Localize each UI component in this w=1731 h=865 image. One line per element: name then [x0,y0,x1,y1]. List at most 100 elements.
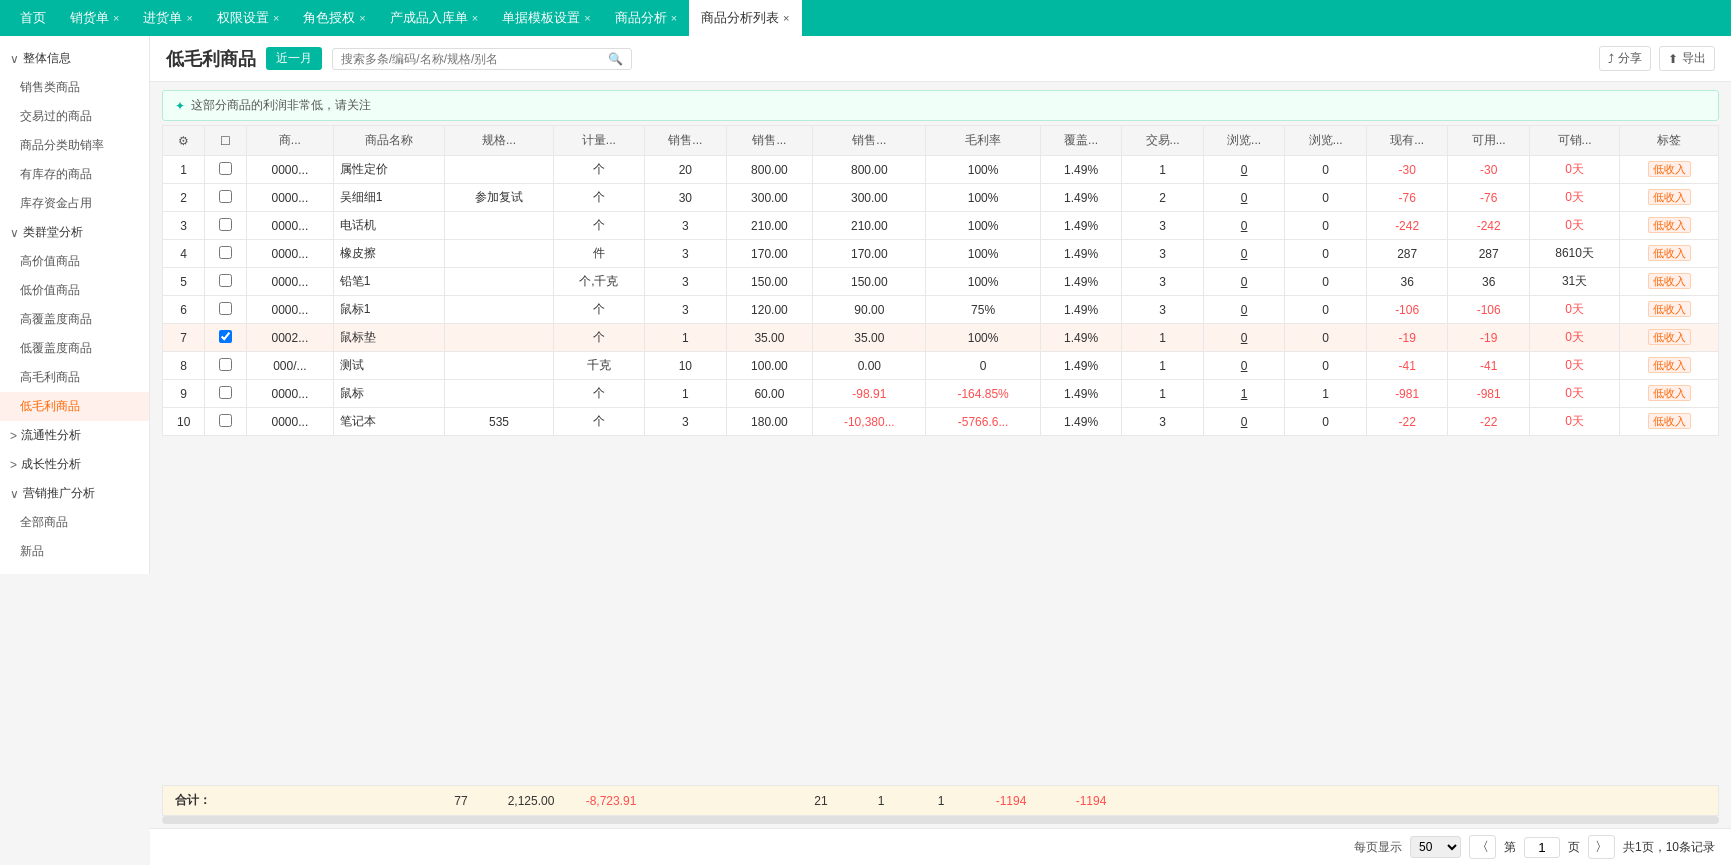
nav-item-单据模板设置[interactable]: 单据模板设置 × [490,0,602,36]
nav-close-icon[interactable]: × [186,12,192,24]
nav-close-icon[interactable]: × [671,12,677,24]
table-row[interactable]: 9 0000... 鼠标 个 1 60.00 -98.91 -164.85% 1… [163,380,1719,408]
row-checkbox[interactable] [205,380,247,408]
col-settings[interactable]: ⚙ [163,126,205,156]
col-sales-amount[interactable]: 销售... [813,126,926,156]
nav-close-icon[interactable]: × [783,12,789,24]
row-checkbox[interactable] [205,268,247,296]
nav-item-商品分析[interactable]: 商品分析 × [603,0,689,36]
sidebar-group-营销推广分析[interactable]: ∨营销推广分析 [0,479,149,508]
table-row[interactable]: 1 0000... 属性定价 个 20 800.00 800.00 100% 1… [163,156,1719,184]
sidebar-group-类群堂分析[interactable]: ∨类群堂分析 [0,218,149,247]
table-row[interactable]: 8 000/... 测试 千克 10 100.00 0.00 0 1.49% 1… [163,352,1719,380]
col-transaction[interactable]: 交易... [1122,126,1204,156]
sidebar-group-成长性分析[interactable]: >成长性分析 [0,450,149,479]
row-spec [445,156,553,184]
nav-item-销货单[interactable]: 销货单 × [58,0,131,36]
nav-close-icon[interactable]: × [584,12,590,24]
col-spec[interactable]: 规格... [445,126,553,156]
sidebar-item-高毛利商品[interactable]: 高毛利商品 [0,363,149,392]
search-box[interactable]: 🔍 [332,48,632,70]
col-sales-qty[interactable]: 销售... [645,126,727,156]
sidebar-item-低毛利商品[interactable]: 低毛利商品 [0,392,149,421]
row-browse2: 0 [1285,324,1367,352]
col-gross-margin[interactable]: 毛利率 [926,126,1040,156]
sidebar-item-交易过的商品[interactable]: 交易过的商品 [0,102,149,131]
row-browse1[interactable]: 1 [1203,380,1285,408]
sidebar-item-低价值商品[interactable]: 低价值商品 [0,276,149,305]
table-row[interactable]: 2 0000... 吴细细1 参加复试 个 30 300.00 300.00 1… [163,184,1719,212]
nav-item-产成品入库单[interactable]: 产成品入库单 × [378,0,490,36]
sidebar-item-库存资金占用[interactable]: 库存资金占用 [0,189,149,218]
nav-close-icon[interactable]: × [113,12,119,24]
col-current-stock[interactable]: 现有... [1366,126,1448,156]
nav-item-首页[interactable]: 首页 [8,0,58,36]
table-row[interactable]: 3 0000... 电话机 个 3 210.00 210.00 100% 1.4… [163,212,1719,240]
table-row[interactable]: 10 0000... 笔记本 535 个 3 180.00 -10,380...… [163,408,1719,436]
row-browse1[interactable]: 0 [1203,324,1285,352]
col-browse1[interactable]: 浏览... [1203,126,1285,156]
col-browse2[interactable]: 浏览... [1285,126,1367,156]
col-tag[interactable]: 标签 [1620,126,1719,156]
share-button[interactable]: ⤴ 分享 [1599,46,1651,71]
table-row[interactable]: 6 0000... 鼠标1 个 3 120.00 90.00 75% 1.49%… [163,296,1719,324]
page-number-input[interactable] [1524,837,1560,858]
row-browse1[interactable]: 0 [1203,212,1285,240]
row-checkbox[interactable] [205,156,247,184]
nav-close-icon[interactable]: × [472,12,478,24]
col-checkbox[interactable]: ☐ [205,126,247,156]
search-icon[interactable]: 🔍 [608,52,623,66]
filter-button[interactable]: 近一月 [266,47,322,70]
next-page-button[interactable]: 〉 [1588,835,1615,859]
per-page-select[interactable]: 50 100 200 [1410,836,1461,858]
nav-close-icon[interactable]: × [359,12,365,24]
export-button[interactable]: ⬆ 导出 [1659,46,1715,71]
sidebar-item-有库存的商品[interactable]: 有库存的商品 [0,160,149,189]
table-row[interactable]: 5 0000... 铅笔1 个,千克 3 150.00 150.00 100% … [163,268,1719,296]
row-checkbox[interactable] [205,352,247,380]
row-browse1[interactable]: 0 [1203,296,1285,324]
sidebar-group-整体信息[interactable]: ∨整体信息 [0,44,149,73]
row-checkbox[interactable] [205,240,247,268]
sidebar-group-流通性分析[interactable]: >流通性分析 [0,421,149,450]
nav-item-角色授权[interactable]: 角色授权 × [291,0,377,36]
horizontal-scrollbar[interactable] [162,816,1719,824]
sidebar-item-商品分类助销率[interactable]: 商品分类助销率 [0,131,149,160]
table-container[interactable]: ⚙ ☐ 商... 商品名称 规格... 计量... 销售... 销售... 销售… [162,125,1719,785]
col-code[interactable]: 商... [247,126,334,156]
row-checkbox[interactable] [205,296,247,324]
row-browse1[interactable]: 0 [1203,408,1285,436]
row-checkbox[interactable] [205,408,247,436]
row-checkbox[interactable] [205,184,247,212]
sidebar-item-全部商品[interactable]: 全部商品 [0,508,149,537]
row-sales-price: 35.00 [726,324,813,352]
col-unit[interactable]: 计量... [553,126,645,156]
row-checkbox[interactable] [205,324,247,352]
col-saleable[interactable]: 可销... [1529,126,1619,156]
nav-item-商品分析列表[interactable]: 商品分析列表 × [689,0,801,36]
col-sales-price[interactable]: 销售... [726,126,813,156]
nav-item-权限设置[interactable]: 权限设置 × [205,0,291,36]
row-checkbox[interactable] [205,212,247,240]
row-browse1[interactable]: 0 [1203,268,1285,296]
sidebar-item-低覆盖度商品[interactable]: 低覆盖度商品 [0,334,149,363]
nav-close-icon[interactable]: × [273,12,279,24]
sidebar-item-高覆盖度商品[interactable]: 高覆盖度商品 [0,305,149,334]
sidebar-item-销售类商品[interactable]: 销售类商品 [0,73,149,102]
col-available[interactable]: 可用... [1448,126,1530,156]
prev-page-button[interactable]: 〈 [1469,835,1496,859]
search-input[interactable] [341,52,608,66]
row-current-stock: -981 [1366,380,1448,408]
col-coverage[interactable]: 覆盖... [1040,126,1122,156]
col-name[interactable]: 商品名称 [333,126,445,156]
sidebar-item-高价值商品[interactable]: 高价值商品 [0,247,149,276]
row-browse1[interactable]: 0 [1203,352,1285,380]
row-browse1[interactable]: 0 [1203,156,1285,184]
table-row[interactable]: 7 0002... 鼠标垫 个 1 35.00 35.00 100% 1.49%… [163,324,1719,352]
row-browse1[interactable]: 0 [1203,184,1285,212]
row-no: 1 [163,156,205,184]
row-browse1[interactable]: 0 [1203,240,1285,268]
table-row[interactable]: 4 0000... 橡皮擦 件 3 170.00 170.00 100% 1.4… [163,240,1719,268]
nav-item-进货单[interactable]: 进货单 × [131,0,204,36]
sidebar-item-新品[interactable]: 新品 [0,537,149,566]
